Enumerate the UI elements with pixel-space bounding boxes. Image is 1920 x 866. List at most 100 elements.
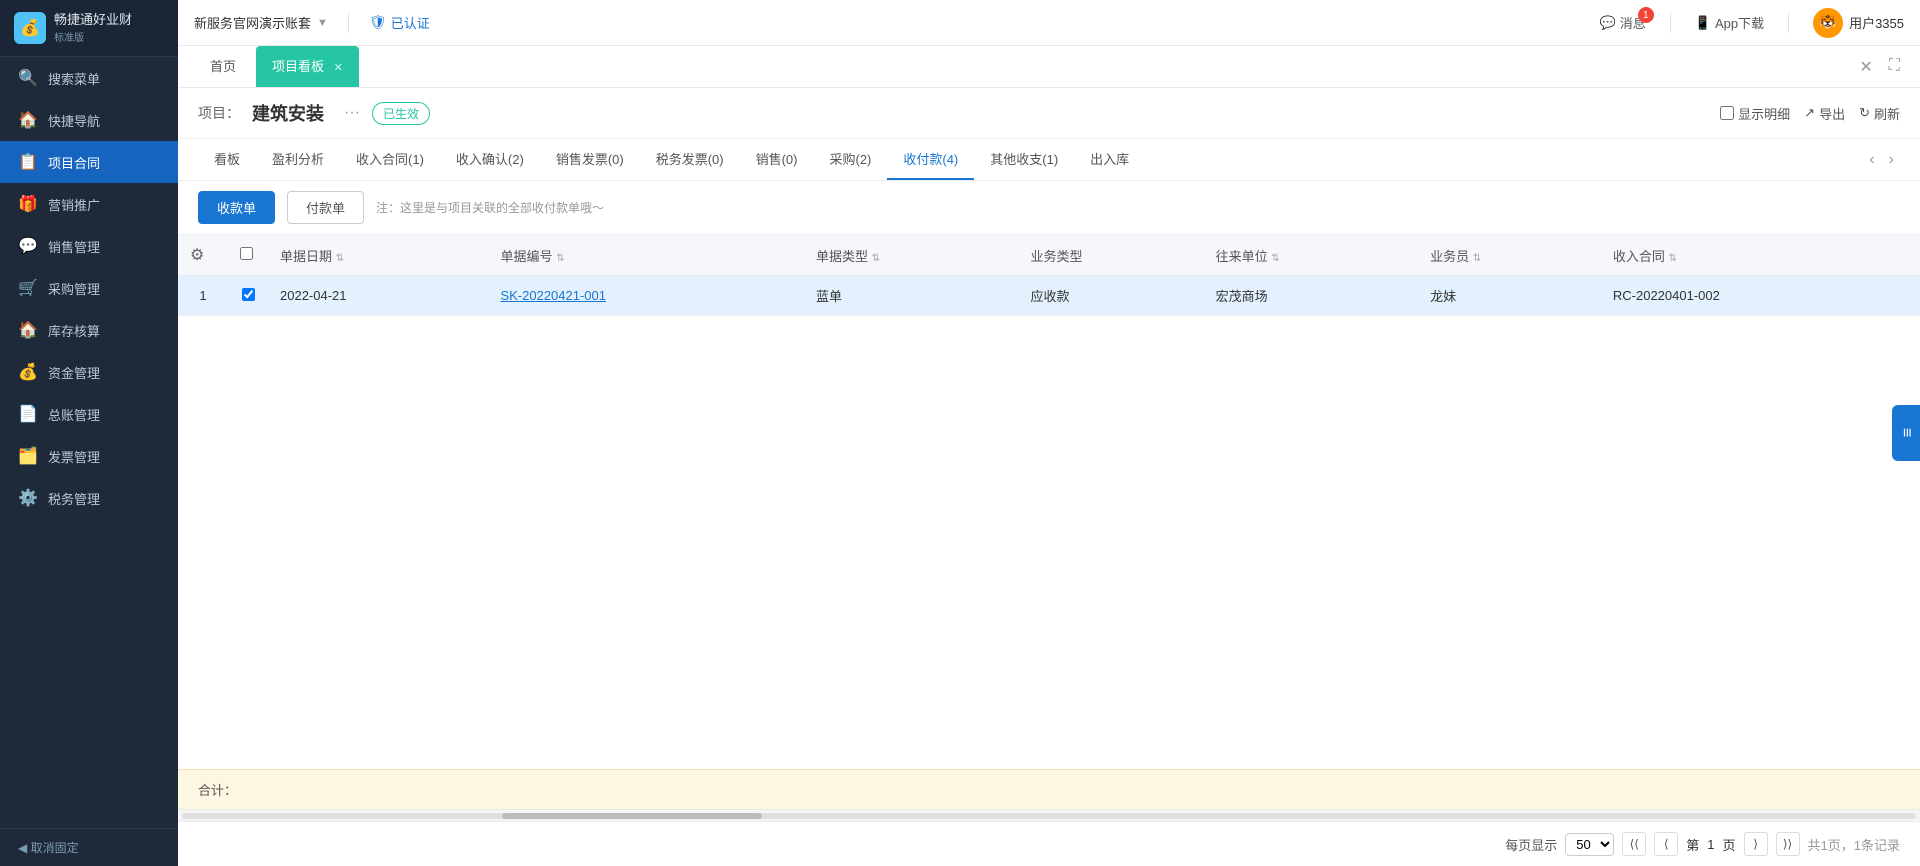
type-column-label: 单据类型 bbox=[816, 249, 868, 264]
row-number-link[interactable]: SK-20220421-001 bbox=[500, 288, 606, 303]
payment-filter-button[interactable]: 付款单 bbox=[287, 191, 364, 224]
project-icon: 📋 bbox=[18, 152, 38, 172]
show-detail-checkbox[interactable] bbox=[1720, 106, 1734, 120]
sidebar-item-invoice[interactable]: 🗂️ 发票管理 bbox=[0, 435, 178, 477]
sub-tab-sales-invoice[interactable]: 销售发票(0) bbox=[540, 139, 640, 180]
refresh-button[interactable]: ↻ 刷新 bbox=[1859, 104, 1900, 123]
workspace-name: 新服务官网演示账套 bbox=[194, 13, 311, 32]
sub-tab-income-confirm[interactable]: 收入确认(2) bbox=[440, 139, 540, 180]
biz-type-column-header: 业务类型 bbox=[1018, 235, 1203, 276]
message-button[interactable]: 💬 消息 1 bbox=[1600, 13, 1646, 32]
settings-column-header[interactable]: ⚙ bbox=[178, 235, 228, 276]
tab-home-label: 首页 bbox=[210, 59, 236, 74]
right-sidebar-button[interactable]: ≡ bbox=[1892, 405, 1920, 461]
page-suffix: 页 bbox=[1723, 835, 1736, 854]
sidebar-item-capital[interactable]: 💰 资金管理 bbox=[0, 351, 178, 393]
partner-column-header[interactable]: 往来单位 ⇅ bbox=[1204, 235, 1418, 276]
sidebar-item-search[interactable]: 🔍 搜索菜单 bbox=[0, 57, 178, 99]
sub-tab-sales-invoice-label: 销售发票(0) bbox=[556, 152, 624, 167]
topbar-divider-2 bbox=[1670, 13, 1671, 33]
sub-tab-income-contract-label: 收入合同(1) bbox=[356, 152, 424, 167]
app-download-button[interactable]: 📱 App下载 bbox=[1695, 13, 1764, 32]
sidebar-item-inventory[interactable]: 🏠 库存核算 bbox=[0, 309, 178, 351]
sub-tab-payment[interactable]: 收付款(4) bbox=[887, 139, 974, 180]
sub-tab-next-button[interactable]: › bbox=[1883, 147, 1900, 173]
unpin-button[interactable]: ◀︎ 取消固定 bbox=[0, 828, 178, 866]
tab-home[interactable]: 首页 bbox=[194, 46, 252, 87]
tab-close-icon[interactable]: ✕ bbox=[334, 62, 343, 74]
sidebar-item-label: 发票管理 bbox=[48, 447, 100, 466]
sub-tab-other-expense[interactable]: 其他收支(1) bbox=[974, 139, 1074, 180]
sub-tab-sales[interactable]: 销售(0) bbox=[740, 139, 814, 180]
certified-badge: 🛡 已认证 bbox=[369, 13, 430, 32]
scrollbar-thumb[interactable] bbox=[502, 813, 762, 819]
number-column-header[interactable]: 单据编号 ⇅ bbox=[488, 235, 804, 276]
sidebar-item-label: 快捷导航 bbox=[48, 111, 100, 130]
sidebar-item-purchase[interactable]: 🛒 采购管理 bbox=[0, 267, 178, 309]
page-header: 项目： 建筑安装 ··· 已生效 显示明细 ↗ 导出 ↻ 刷新 bbox=[178, 88, 1920, 139]
chat-icon: 💬 bbox=[18, 236, 38, 256]
row-index: 1 bbox=[178, 276, 228, 316]
sidebar-item-label: 资金管理 bbox=[48, 363, 100, 382]
tax-icon: ⚙️ bbox=[18, 488, 38, 508]
export-icon: ↗ bbox=[1804, 105, 1815, 121]
select-all-checkbox[interactable] bbox=[240, 247, 253, 260]
table-row: 1 2022-04-21 SK-20220421-001 蓝单 应收款 宏茂商场… bbox=[178, 276, 1920, 316]
table-scrollbar[interactable] bbox=[178, 809, 1920, 821]
more-options-button[interactable]: ··· bbox=[344, 104, 360, 122]
next-page-button[interactable]: ⟩ bbox=[1744, 832, 1768, 856]
tab-project-board[interactable]: 项目看板 ✕ bbox=[256, 46, 359, 87]
export-button[interactable]: ↗ 导出 bbox=[1804, 104, 1845, 123]
expand-window-button[interactable]: ⛶ bbox=[1885, 53, 1904, 81]
sidebar-item-project-contract[interactable]: 📋 项目合同 bbox=[0, 141, 178, 183]
workspace-selector[interactable]: 新服务官网演示账套 ▼ bbox=[194, 13, 328, 32]
date-column-header[interactable]: 单据日期 ⇅ bbox=[268, 235, 488, 276]
sidebar-item-label: 项目合同 bbox=[48, 153, 100, 172]
last-page-button[interactable]: ⟩⟩ bbox=[1776, 832, 1800, 856]
sidebar-item-label: 税务管理 bbox=[48, 489, 100, 508]
sub-tab-tax-invoice[interactable]: 税务发票(0) bbox=[640, 139, 740, 180]
sub-tab-purchase[interactable]: 采购(2) bbox=[813, 139, 887, 180]
sidebar-item-sales[interactable]: 💬 销售管理 bbox=[0, 225, 178, 267]
settings-icon[interactable]: ⚙ bbox=[190, 247, 204, 264]
last-icon: ⟩⟩ bbox=[1783, 837, 1792, 851]
per-page-select[interactable]: 50 bbox=[1565, 833, 1614, 856]
next-icon: ⟩ bbox=[1753, 837, 1758, 851]
first-page-button[interactable]: ⟨⟨ bbox=[1622, 832, 1646, 856]
type-column-header[interactable]: 单据类型 ⇅ bbox=[804, 235, 1018, 276]
prev-icon: ⟨ bbox=[1664, 837, 1669, 851]
sort-icon-6: ⇅ bbox=[1669, 253, 1677, 264]
show-detail-toggle[interactable]: 显示明细 bbox=[1720, 104, 1790, 123]
date-column-label: 单据日期 bbox=[280, 249, 332, 264]
user-menu[interactable]: 🐯 用户3355 bbox=[1813, 8, 1904, 38]
app-edition: 标准版 bbox=[54, 29, 132, 44]
sidebar-item-quick-nav[interactable]: 🏠 快捷导航 bbox=[0, 99, 178, 141]
pagination: 每页显示 50 ⟨⟨ ⟨ 第 1 页 ⟩ ⟩⟩ 共1页，1条记录 bbox=[178, 821, 1920, 866]
app-name: 畅捷通好业财 bbox=[54, 12, 132, 29]
sidebar-item-tax[interactable]: ⚙️ 税务管理 bbox=[0, 477, 178, 519]
row-checkbox[interactable] bbox=[242, 288, 255, 301]
prev-page-button[interactable]: ⟨ bbox=[1654, 832, 1678, 856]
page-content: 项目： 建筑安装 ··· 已生效 显示明细 ↗ 导出 ↻ 刷新 bbox=[178, 88, 1920, 866]
app-download-label: App下载 bbox=[1715, 13, 1764, 32]
refresh-label: 刷新 bbox=[1874, 104, 1900, 123]
sub-tab-kanban[interactable]: 看板 bbox=[198, 139, 256, 180]
sub-tab-profit[interactable]: 盈利分析 bbox=[256, 139, 340, 180]
avatar: 🐯 bbox=[1813, 8, 1843, 38]
close-window-button[interactable]: ✕ bbox=[1855, 53, 1876, 81]
row-type: 蓝单 bbox=[804, 276, 1018, 316]
total-bar: 合计： bbox=[178, 769, 1920, 809]
sub-tab-prev-button[interactable]: ‹ bbox=[1863, 147, 1880, 173]
income-contract-column-header[interactable]: 收入合同 ⇅ bbox=[1601, 235, 1920, 276]
ledger-icon: 📄 bbox=[18, 404, 38, 424]
sub-tab-in-out[interactable]: 出入库 bbox=[1074, 139, 1145, 180]
salesperson-column-header[interactable]: 业务员 ⇅ bbox=[1418, 235, 1601, 276]
row-partner: 宏茂商场 bbox=[1204, 276, 1418, 316]
sidebar-item-marketing[interactable]: 🎁 营销推广 bbox=[0, 183, 178, 225]
sub-tab-income-contract[interactable]: 收入合同(1) bbox=[340, 139, 440, 180]
sidebar-item-general-ledger[interactable]: 📄 总账管理 bbox=[0, 393, 178, 435]
user-label: 用户3355 bbox=[1849, 13, 1904, 32]
sort-icon-4: ⇅ bbox=[1271, 253, 1279, 264]
receipt-filter-button[interactable]: 收款单 bbox=[198, 191, 275, 224]
sort-icon-2: ⇅ bbox=[556, 253, 564, 264]
